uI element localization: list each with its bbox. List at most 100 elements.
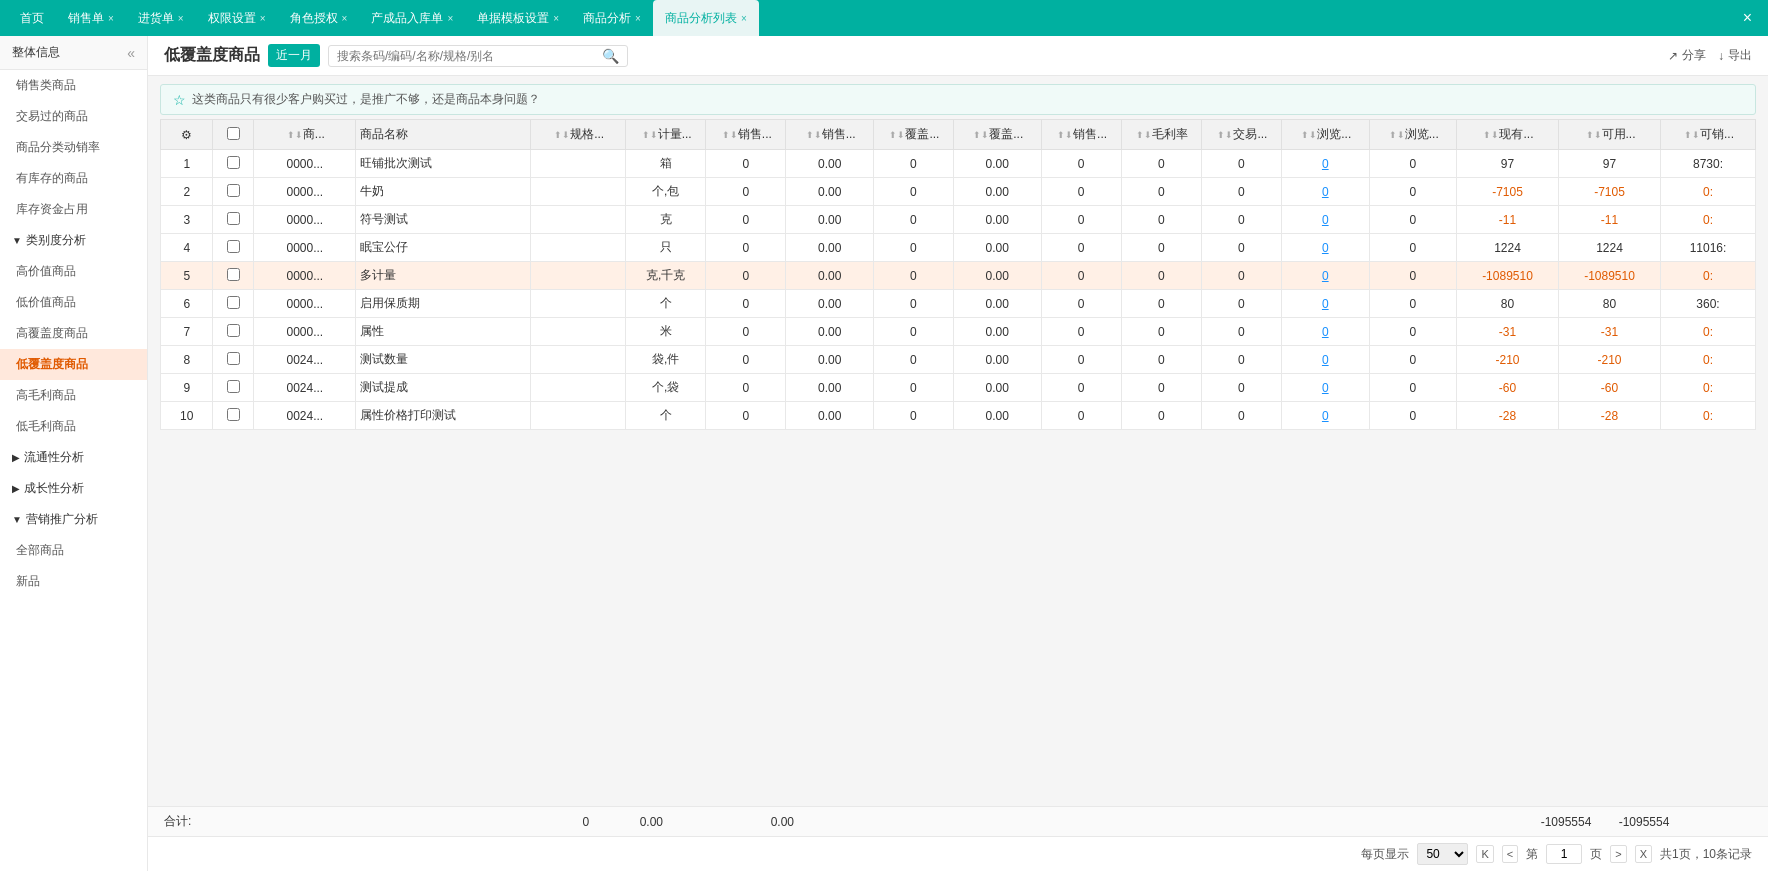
sidebar-item-new-goods[interactable]: 新品 [0, 566, 147, 597]
col-header-code[interactable]: ⬆⬇商... [254, 120, 356, 150]
col-header-cover-qty[interactable]: ⬆⬇覆盖... [873, 120, 953, 150]
nav-roles[interactable]: 角色授权 × [278, 0, 360, 36]
row-check[interactable] [213, 318, 254, 346]
row-checkbox[interactable] [227, 324, 240, 337]
row-check[interactable] [213, 262, 254, 290]
sidebar-item-high-coverage[interactable]: 高覆盖度商品 [0, 318, 147, 349]
nav-finished-goods[interactable]: 产成品入库单 × [359, 0, 465, 36]
share-button[interactable]: ↗ 分享 [1668, 47, 1706, 64]
search-input[interactable] [337, 49, 598, 63]
nav-product-analysis-list[interactable]: 商品分析列表 × [653, 0, 759, 36]
row-check[interactable] [213, 346, 254, 374]
nav-product-analysis[interactable]: 商品分析 × [571, 0, 653, 36]
sidebar-item-low-coverage[interactable]: 低覆盖度商品 [0, 349, 147, 380]
col-header-name[interactable]: 商品名称 [356, 120, 531, 150]
sidebar-item-category-turnover[interactable]: 商品分类动销率 [0, 132, 147, 163]
sidebar-item-all-goods[interactable]: 全部商品 [0, 535, 147, 566]
first-page-btn[interactable]: K [1476, 845, 1493, 863]
row-checkbox[interactable] [227, 240, 240, 253]
row-check[interactable] [213, 178, 254, 206]
sidebar-item-low-margin[interactable]: 低毛利商品 [0, 411, 147, 442]
last-page-btn[interactable]: X [1635, 845, 1652, 863]
row-browse-num[interactable]: 0 [1282, 262, 1369, 290]
nav-permissions[interactable]: 权限设置 × [196, 0, 278, 36]
row-check[interactable] [213, 150, 254, 178]
browse-num-link[interactable]: 0 [1322, 185, 1329, 199]
row-checkbox[interactable] [227, 156, 240, 169]
sidebar-item-traded-goods[interactable]: 交易过的商品 [0, 101, 147, 132]
row-checkbox[interactable] [227, 296, 240, 309]
nav-roles-close[interactable]: × [342, 13, 348, 24]
row-check[interactable] [213, 234, 254, 262]
col-header-cover-amt[interactable]: ⬆⬇覆盖... [954, 120, 1041, 150]
col-header-saleable[interactable]: ⬆⬇可销... [1661, 120, 1756, 150]
col-header-sales-amt[interactable]: ⬆⬇销售... [786, 120, 873, 150]
col-header-gross[interactable]: ⬆⬇毛利率 [1121, 120, 1201, 150]
row-check[interactable] [213, 374, 254, 402]
nav-sales[interactable]: 销售单 × [56, 0, 126, 36]
row-browse-num[interactable]: 0 [1282, 234, 1369, 262]
browse-num-link[interactable]: 0 [1322, 409, 1329, 423]
settings-icon[interactable]: ⚙ [181, 128, 192, 142]
row-checkbox[interactable] [227, 268, 240, 281]
search-icon[interactable]: 🔍 [602, 48, 619, 64]
col-header-sales-qty[interactable]: ⬆⬇销售... [706, 120, 786, 150]
browse-num-link[interactable]: 0 [1322, 381, 1329, 395]
col-header-browse-amt[interactable]: ⬆⬇浏览... [1369, 120, 1456, 150]
browse-num-link[interactable]: 0 [1322, 241, 1329, 255]
sidebar-item-low-value[interactable]: 低价值商品 [0, 287, 147, 318]
col-header-unit[interactable]: ⬆⬇计量... [626, 120, 706, 150]
nav-home[interactable]: 首页 [8, 0, 56, 36]
sidebar-group-marketing[interactable]: ▼ 营销推广分析 [0, 504, 147, 535]
nav-product-analysis-close[interactable]: × [635, 13, 641, 24]
sidebar-group-coverage[interactable]: ▼ 类别度分析 [0, 225, 147, 256]
row-browse-num[interactable]: 0 [1282, 178, 1369, 206]
table-container[interactable]: ⚙ ⬆⬇商... 商品名称 ⬆⬇规格... ⬆⬇计量. [160, 119, 1756, 806]
row-checkbox[interactable] [227, 184, 240, 197]
col-header-check[interactable] [213, 120, 254, 150]
sidebar-group-liquidity[interactable]: ▶ 流通性分析 [0, 442, 147, 473]
row-checkbox[interactable] [227, 352, 240, 365]
col-header-available[interactable]: ⬆⬇可用... [1559, 120, 1661, 150]
select-all-checkbox[interactable] [227, 127, 240, 140]
nav-sales-close[interactable]: × [108, 13, 114, 24]
nav-purchase-close[interactable]: × [178, 13, 184, 24]
nav-template-settings[interactable]: 单据模板设置 × [465, 0, 571, 36]
row-browse-num[interactable]: 0 [1282, 290, 1369, 318]
row-check[interactable] [213, 206, 254, 234]
row-browse-num[interactable]: 0 [1282, 402, 1369, 430]
row-browse-num[interactable]: 0 [1282, 318, 1369, 346]
per-page-select[interactable]: 50 100 200 [1417, 843, 1468, 865]
window-close-button[interactable]: × [1735, 9, 1760, 27]
nav-permissions-close[interactable]: × [260, 13, 266, 24]
browse-num-link[interactable]: 0 [1322, 269, 1329, 283]
sidebar-item-sales-goods[interactable]: 销售类商品 [0, 70, 147, 101]
sidebar-item-high-value[interactable]: 高价值商品 [0, 256, 147, 287]
col-header-settings[interactable]: ⚙ [161, 120, 213, 150]
row-browse-num[interactable]: 0 [1282, 346, 1369, 374]
row-check[interactable] [213, 290, 254, 318]
sidebar-item-in-stock[interactable]: 有库存的商品 [0, 163, 147, 194]
sidebar-group-growth[interactable]: ▶ 成长性分析 [0, 473, 147, 504]
browse-num-link[interactable]: 0 [1322, 213, 1329, 227]
nav-template-settings-close[interactable]: × [553, 13, 559, 24]
nav-purchase[interactable]: 进货单 × [126, 0, 196, 36]
row-checkbox[interactable] [227, 380, 240, 393]
row-checkbox[interactable] [227, 212, 240, 225]
row-browse-num[interactable]: 0 [1282, 206, 1369, 234]
next-page-btn[interactable]: > [1610, 845, 1626, 863]
col-header-spec[interactable]: ⬆⬇规格... [531, 120, 626, 150]
nav-finished-goods-close[interactable]: × [447, 13, 453, 24]
export-button[interactable]: ↓ 导出 [1718, 47, 1752, 64]
prev-page-btn[interactable]: < [1502, 845, 1518, 863]
nav-product-analysis-list-close[interactable]: × [741, 13, 747, 24]
browse-num-link[interactable]: 0 [1322, 157, 1329, 171]
browse-num-link[interactable]: 0 [1322, 325, 1329, 339]
sidebar-toggle-btn[interactable]: « [127, 45, 135, 61]
browse-num-link[interactable]: 0 [1322, 353, 1329, 367]
browse-num-link[interactable]: 0 [1322, 297, 1329, 311]
col-header-trans[interactable]: ⬆⬇交易... [1201, 120, 1281, 150]
row-check[interactable] [213, 402, 254, 430]
col-header-current[interactable]: ⬆⬇现有... [1456, 120, 1558, 150]
row-checkbox[interactable] [227, 408, 240, 421]
